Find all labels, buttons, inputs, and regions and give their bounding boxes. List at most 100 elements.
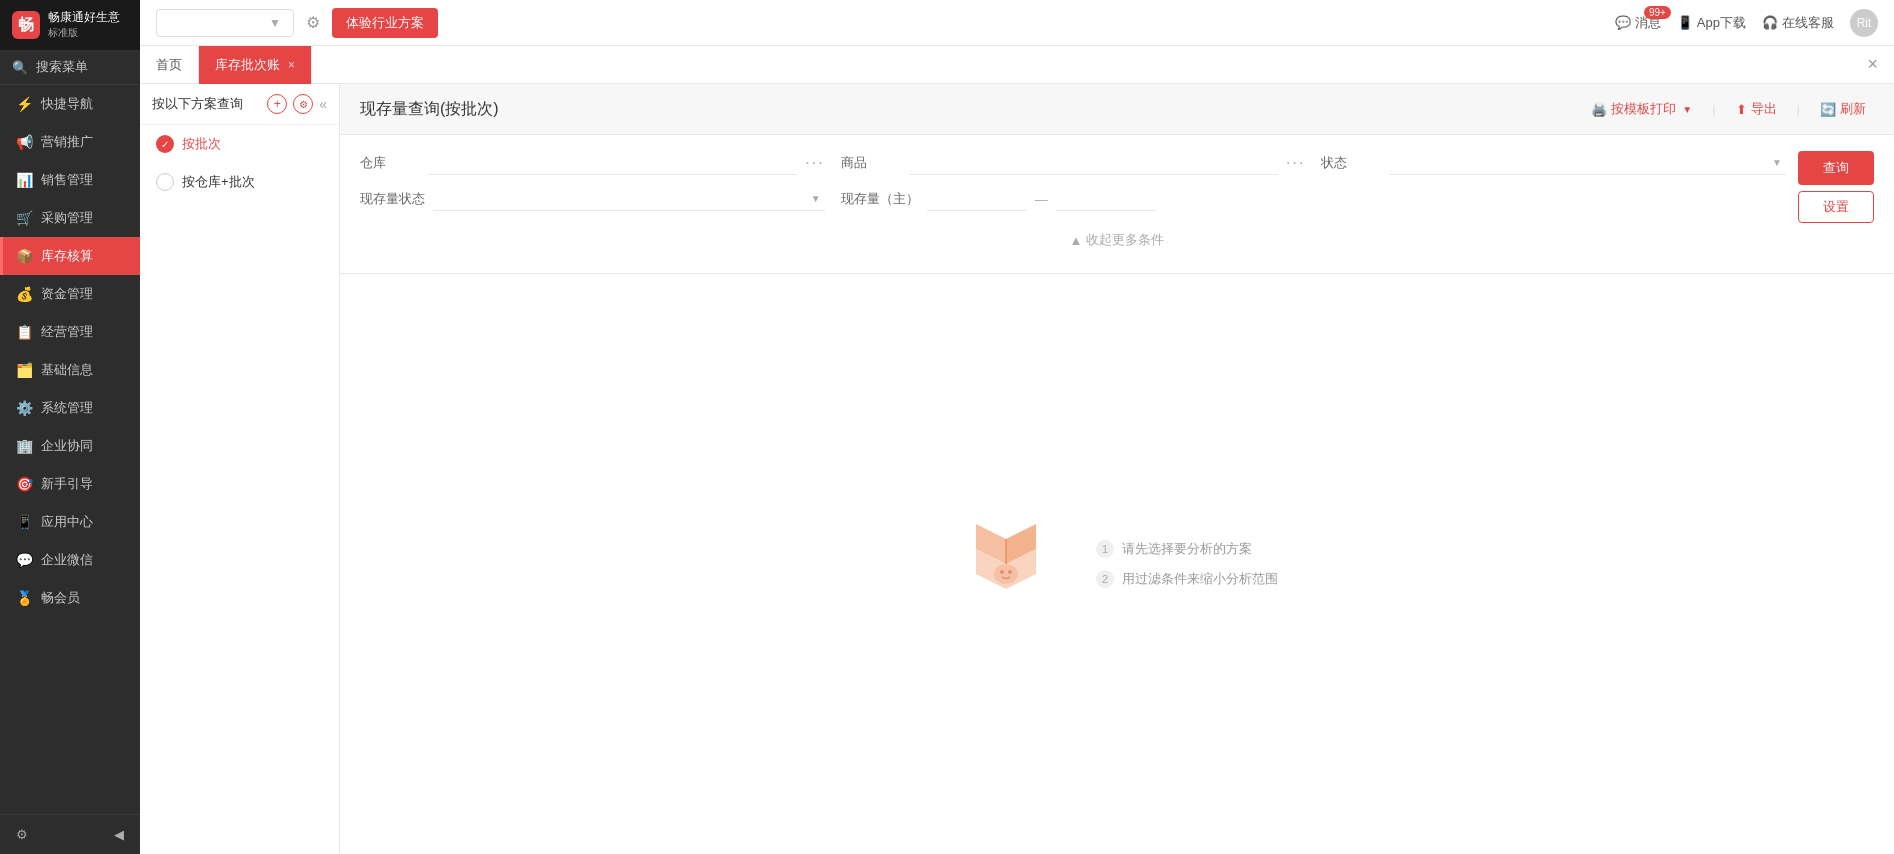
topbar-gear-icon[interactable]: ⚙ [302, 9, 324, 36]
refresh-button[interactable]: 🔄 刷新 [1812, 96, 1874, 122]
topbar-dropdown-button[interactable]: ▼ [265, 14, 285, 32]
active-scheme-dot: ✓ [156, 135, 174, 153]
filter-row-2: 现存量状态 ▼ 现存量（主） [360, 187, 1786, 211]
right-panel: 现存量查询(按批次) 🖨️ 按模板打印 ▼ | ⬆ 导出 | 🔄 [340, 84, 1894, 854]
tab-close-button[interactable]: × [288, 58, 295, 72]
query-button[interactable]: 查询 [1798, 151, 1874, 185]
tip-text-1: 请先选择要分析的方案 [1122, 540, 1252, 558]
export-label: 导出 [1751, 100, 1777, 118]
tab-batch-account[interactable]: 库存批次账 × [199, 46, 312, 84]
page-titlebar: 现存量查询(按批次) 🖨️ 按模板打印 ▼ | ⬆ 导出 | 🔄 [340, 84, 1894, 135]
filter-row-1: 仓库 ··· 商品 ··· 状态 [360, 151, 1786, 175]
guide-icon: 🎯 [15, 476, 33, 492]
tabs-bar: 首页 库存批次账 × × [140, 46, 1894, 84]
sidebar-item-guide[interactable]: 🎯 新手引导 [0, 465, 140, 503]
print-button[interactable]: 🖨️ 按模板打印 ▼ [1583, 96, 1700, 122]
industry-solution-button[interactable]: 体验行业方案 [332, 8, 438, 38]
sidebar-item-label: 采购管理 [41, 209, 93, 227]
messages-item[interactable]: 💬 消息 99+ [1615, 14, 1661, 32]
collapse-filters-button[interactable]: ▲ 收起更多条件 [360, 223, 1874, 257]
product-dots[interactable]: ··· [1286, 154, 1305, 172]
app-logo: 畅 [12, 11, 40, 39]
sidebar-item-system[interactable]: ⚙️ 系统管理 [0, 389, 140, 427]
plus-icon: + [274, 97, 281, 111]
system-icon: ⚙️ [15, 400, 33, 416]
topbar-search-wrap[interactable]: ▼ [156, 9, 294, 37]
status-field: 状态 ▼ [1321, 151, 1786, 175]
print-dropdown-icon[interactable]: ▼ [1682, 104, 1692, 115]
add-scheme-button[interactable]: + [267, 94, 287, 114]
customer-service-item[interactable]: 🎧 在线客服 [1762, 14, 1834, 32]
app-download-item[interactable]: 📱 App下载 [1677, 14, 1746, 32]
sidebar-item-sales[interactable]: 📊 销售管理 [0, 161, 140, 199]
sidebar-header: 畅 畅康通好生意 标准版 [0, 0, 140, 50]
topbar: ▼ ⚙ 体验行业方案 💬 消息 99+ 📱 App下载 🎧 在线客服 Rit [140, 0, 1894, 46]
sidebar-item-basic[interactable]: 🗂️ 基础信息 [0, 351, 140, 389]
sidebar-item-label: 资金管理 [41, 285, 93, 303]
stock-qty-min-input[interactable] [927, 187, 1027, 211]
sidebar-item-inventory[interactable]: 📦 库存核算 [0, 237, 140, 275]
tabs-close-all-button[interactable]: × [1859, 50, 1886, 79]
empty-tip-2: 2 用过滤条件来缩小分析范围 [1096, 570, 1278, 588]
apps-icon: 📱 [15, 514, 33, 530]
refresh-icon: 🔄 [1820, 102, 1836, 117]
sidebar-search-label: 搜索菜单 [36, 58, 88, 76]
print-icon: 🖨️ [1591, 102, 1607, 117]
stock-status-select[interactable] [433, 187, 825, 210]
scheme-settings-button[interactable]: ⚙ [293, 94, 313, 114]
sidebar-item-label: 销售管理 [41, 171, 93, 189]
user-item[interactable]: Rit [1850, 9, 1878, 37]
topbar-search-input[interactable] [165, 16, 265, 30]
sidebar-item-purchase[interactable]: 🛒 采购管理 [0, 199, 140, 237]
content-area: 按以下方案查询 + ⚙ « ✓ 按批次 按仓库+批次 [140, 84, 1894, 854]
left-panel: 按以下方案查询 + ⚙ « ✓ 按批次 按仓库+批次 [140, 84, 340, 854]
inventory-icon: 📦 [15, 248, 33, 264]
messages-badge: 99+ [1644, 6, 1671, 19]
sidebar-item-quick-nav[interactable]: ⚡ 快捷导航 [0, 85, 140, 123]
export-button[interactable]: ⬆ 导出 [1728, 96, 1785, 122]
set-button[interactable]: 设置 [1798, 191, 1874, 223]
enterprise-icon: 🏢 [15, 438, 33, 454]
sidebar-collapse-button[interactable]: ◀ [110, 823, 128, 846]
sidebar-item-finance[interactable]: 💰 资金管理 [0, 275, 140, 313]
sidebar: 畅 畅康通好生意 标准版 🔍 搜索菜单 ⚡ 快捷导航 📢 营销推广 📊 销售管理… [0, 0, 140, 854]
sidebar-item-enterprise[interactable]: 🏢 企业协同 [0, 427, 140, 465]
stock-qty-max-input[interactable] [1056, 187, 1156, 211]
scheme-item-by-batch[interactable]: ✓ 按批次 [140, 125, 339, 163]
sidebar-item-member[interactable]: 🏅 畅会员 [0, 579, 140, 617]
avatar-text: Rit [1857, 16, 1872, 30]
status-select[interactable] [1389, 151, 1786, 174]
warehouse-input[interactable] [428, 151, 797, 175]
left-panel-actions: + ⚙ « [267, 94, 327, 114]
app-title: 畅康通好生意 [48, 10, 120, 26]
empty-inner: 1 请先选择要分析的方案 2 用过滤条件来缩小分析范围 [956, 514, 1278, 614]
sidebar-item-marketing[interactable]: 📢 营销推广 [0, 123, 140, 161]
inactive-scheme-dot [156, 173, 174, 191]
sidebar-item-label: 畅会员 [41, 589, 80, 607]
sidebar-item-label: 经营管理 [41, 323, 93, 341]
topbar-left: ▼ ⚙ 体验行业方案 [156, 8, 1615, 38]
product-label: 商品 [841, 154, 901, 172]
purchase-icon: 🛒 [15, 210, 33, 226]
sidebar-settings-button[interactable]: ⚙ [12, 823, 32, 846]
panel-collapse-button[interactable]: « [319, 96, 327, 112]
product-input[interactable] [909, 151, 1278, 175]
sidebar-item-wechat[interactable]: 💬 企业微信 [0, 541, 140, 579]
sidebar-item-label: 基础信息 [41, 361, 93, 379]
customer-service-label: 在线客服 [1782, 14, 1834, 32]
tab-home-label: 首页 [156, 56, 182, 74]
search-icon: 🔍 [12, 60, 28, 75]
sidebar-item-label: 企业微信 [41, 551, 93, 569]
refresh-label: 刷新 [1840, 100, 1866, 118]
filter-area: 仓库 ··· 商品 ··· 状态 [340, 135, 1894, 274]
sidebar-item-operation[interactable]: 📋 经营管理 [0, 313, 140, 351]
sidebar-item-label: 营销推广 [41, 133, 93, 151]
scheme-item-by-warehouse-batch[interactable]: 按仓库+批次 [140, 163, 339, 201]
tab-home[interactable]: 首页 [140, 46, 199, 84]
sidebar-search[interactable]: 🔍 搜索菜单 [0, 50, 140, 85]
sidebar-item-apps[interactable]: 📱 应用中心 [0, 503, 140, 541]
warehouse-dots[interactable]: ··· [805, 154, 824, 172]
stock-qty-field: 现存量（主） — [841, 187, 1306, 211]
warehouse-field: 仓库 ··· [360, 151, 825, 175]
sidebar-item-label: 系统管理 [41, 399, 93, 417]
